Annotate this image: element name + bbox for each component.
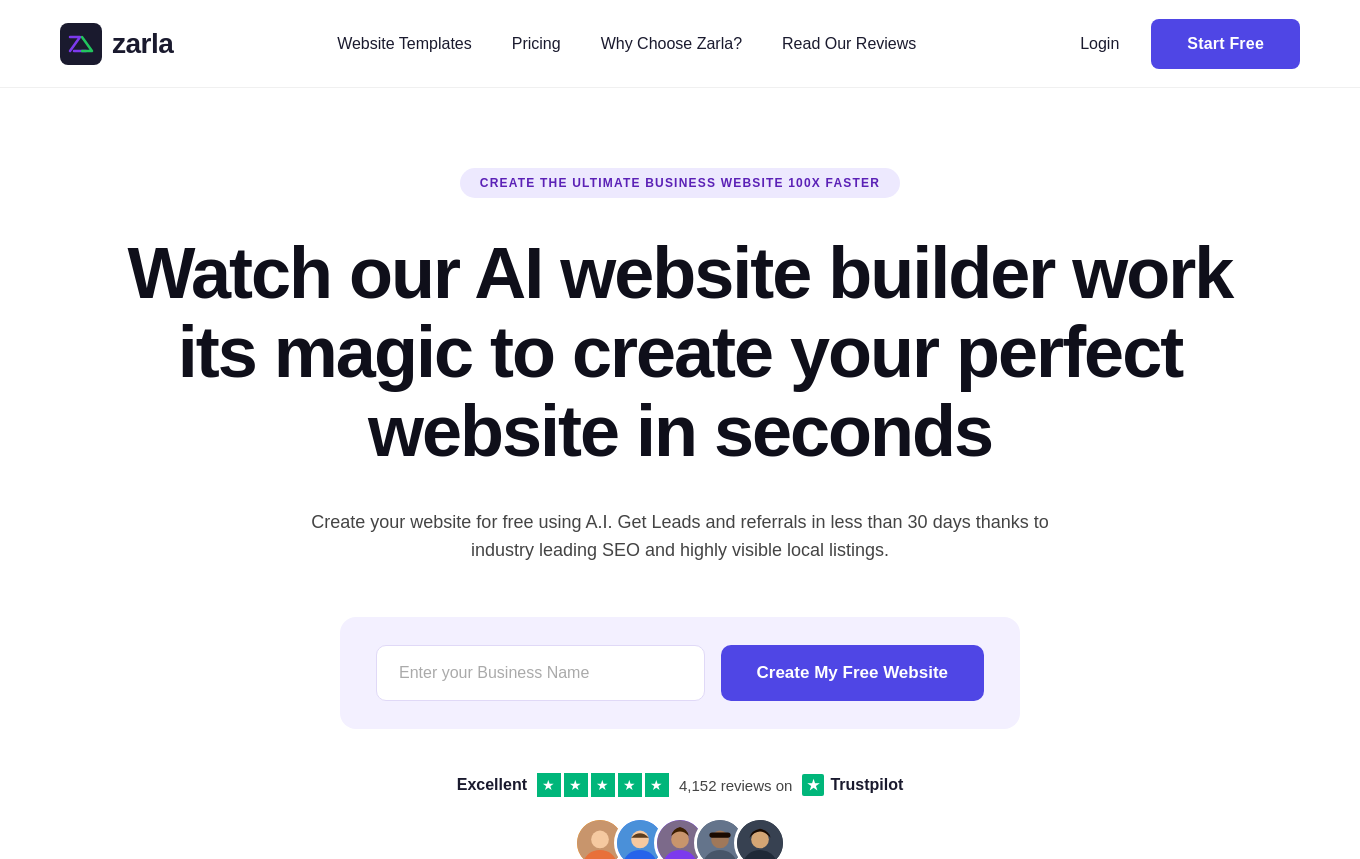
trustpilot-section: Excellent ★ ★ ★ ★ ★ 4,152 reviews on ★ T…: [457, 773, 904, 859]
nav-website-templates[interactable]: Website Templates: [337, 35, 472, 53]
trustpilot-reviews: 4,152 reviews on: [679, 777, 792, 794]
cta-box: Create My Free Website: [340, 617, 1020, 729]
star-1: ★: [537, 773, 561, 797]
nav-pricing[interactable]: Pricing: [512, 35, 561, 53]
nav-right: Login Start Free: [1080, 19, 1300, 69]
logo-text: zarla: [112, 28, 173, 60]
hero-headline: Watch our AI website builder work its ma…: [100, 234, 1260, 472]
hero-badge: CREATE THE ULTIMATE BUSINESS WEBSITE 100…: [460, 168, 900, 198]
trustpilot-row: Excellent ★ ★ ★ ★ ★ 4,152 reviews on ★ T…: [457, 773, 904, 797]
nav-read-reviews[interactable]: Read Our Reviews: [782, 35, 916, 53]
start-free-button[interactable]: Start Free: [1151, 19, 1300, 69]
trustpilot-name: Trustpilot: [830, 776, 903, 794]
star-3: ★: [591, 773, 615, 797]
svg-rect-13: [709, 833, 730, 838]
business-name-input[interactable]: [376, 645, 705, 701]
star-5: ★: [645, 773, 669, 797]
avatars-row: [574, 817, 786, 859]
main-nav: zarla Website Templates Pricing Why Choo…: [0, 0, 1360, 88]
logo-link[interactable]: zarla: [60, 23, 173, 65]
hero-section: CREATE THE ULTIMATE BUSINESS WEBSITE 100…: [0, 88, 1360, 859]
avatar-5: [734, 817, 786, 859]
svg-rect-0: [60, 23, 102, 65]
star-2: ★: [564, 773, 588, 797]
hero-subtext: Create your website for free using A.I. …: [290, 508, 1070, 566]
login-link[interactable]: Login: [1080, 35, 1119, 53]
svg-point-2: [591, 831, 609, 849]
trustpilot-icon: ★: [802, 774, 824, 796]
trustpilot-excellent: Excellent: [457, 776, 527, 794]
svg-point-5: [631, 831, 649, 849]
star-4: ★: [618, 773, 642, 797]
create-website-button[interactable]: Create My Free Website: [721, 645, 984, 701]
nav-why-choose[interactable]: Why Choose Zarla?: [601, 35, 742, 53]
zarla-logo-icon: [60, 23, 102, 65]
nav-links: Website Templates Pricing Why Choose Zar…: [337, 35, 916, 53]
trustpilot-logo: ★ Trustpilot: [802, 774, 903, 796]
trustpilot-stars: ★ ★ ★ ★ ★: [537, 773, 669, 797]
